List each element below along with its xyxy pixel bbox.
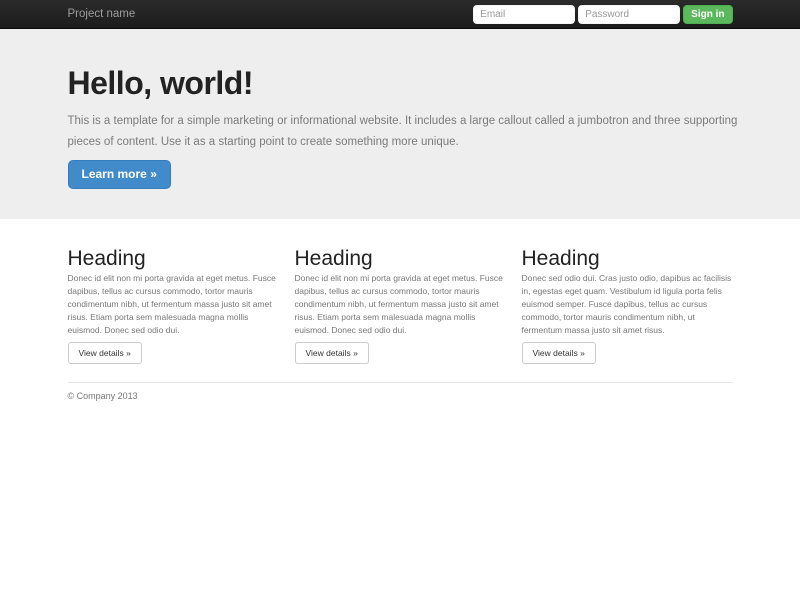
- signin-form: Sign in: [473, 4, 733, 24]
- column-text: Donec id elit non mi porta gravida at eg…: [294, 272, 503, 335]
- jumbotron-description: This is a template for a simple marketin…: [67, 114, 738, 148]
- marketing-section: Heading Donec id elit non mi porta gravi…: [67, 246, 733, 401]
- column-heading: Heading: [294, 246, 373, 270]
- column-heading: Heading: [521, 246, 600, 270]
- column-heading: Heading: [67, 246, 146, 270]
- brand-link[interactable]: Project name: [68, 8, 136, 20]
- marketing-column-1: Heading Donec id elit non mi porta gravi…: [67, 246, 279, 364]
- column-text: Donec id elit non mi porta gravida at eg…: [67, 272, 276, 335]
- navbar: Project name Sign in: [0, 0, 800, 29]
- password-field[interactable]: [578, 4, 681, 24]
- view-details-button-3[interactable]: View details »: [521, 341, 596, 364]
- marketing-column-2: Heading Donec id elit non mi porta gravi…: [294, 246, 506, 364]
- sign-in-button[interactable]: Sign in: [683, 4, 733, 24]
- learn-more-button[interactable]: Learn more »: [67, 159, 171, 189]
- columns-row: Heading Donec id elit non mi porta gravi…: [67, 246, 733, 364]
- email-field[interactable]: [473, 4, 576, 24]
- jumbotron: Hello, world! This is a template for a s…: [0, 29, 800, 219]
- view-details-button-1[interactable]: View details »: [67, 341, 142, 364]
- column-text: Donec sed odio dui. Cras justo odio, dap…: [521, 272, 732, 335]
- page-title: Hello, world!: [67, 65, 254, 101]
- footer: © Company 2013: [68, 391, 733, 401]
- copyright-text: © Company 2013: [67, 390, 138, 401]
- footer-divider: [67, 381, 733, 383]
- view-details-button-2[interactable]: View details »: [294, 341, 369, 364]
- marketing-column-3: Heading Donec sed odio dui. Cras justo o…: [521, 246, 733, 364]
